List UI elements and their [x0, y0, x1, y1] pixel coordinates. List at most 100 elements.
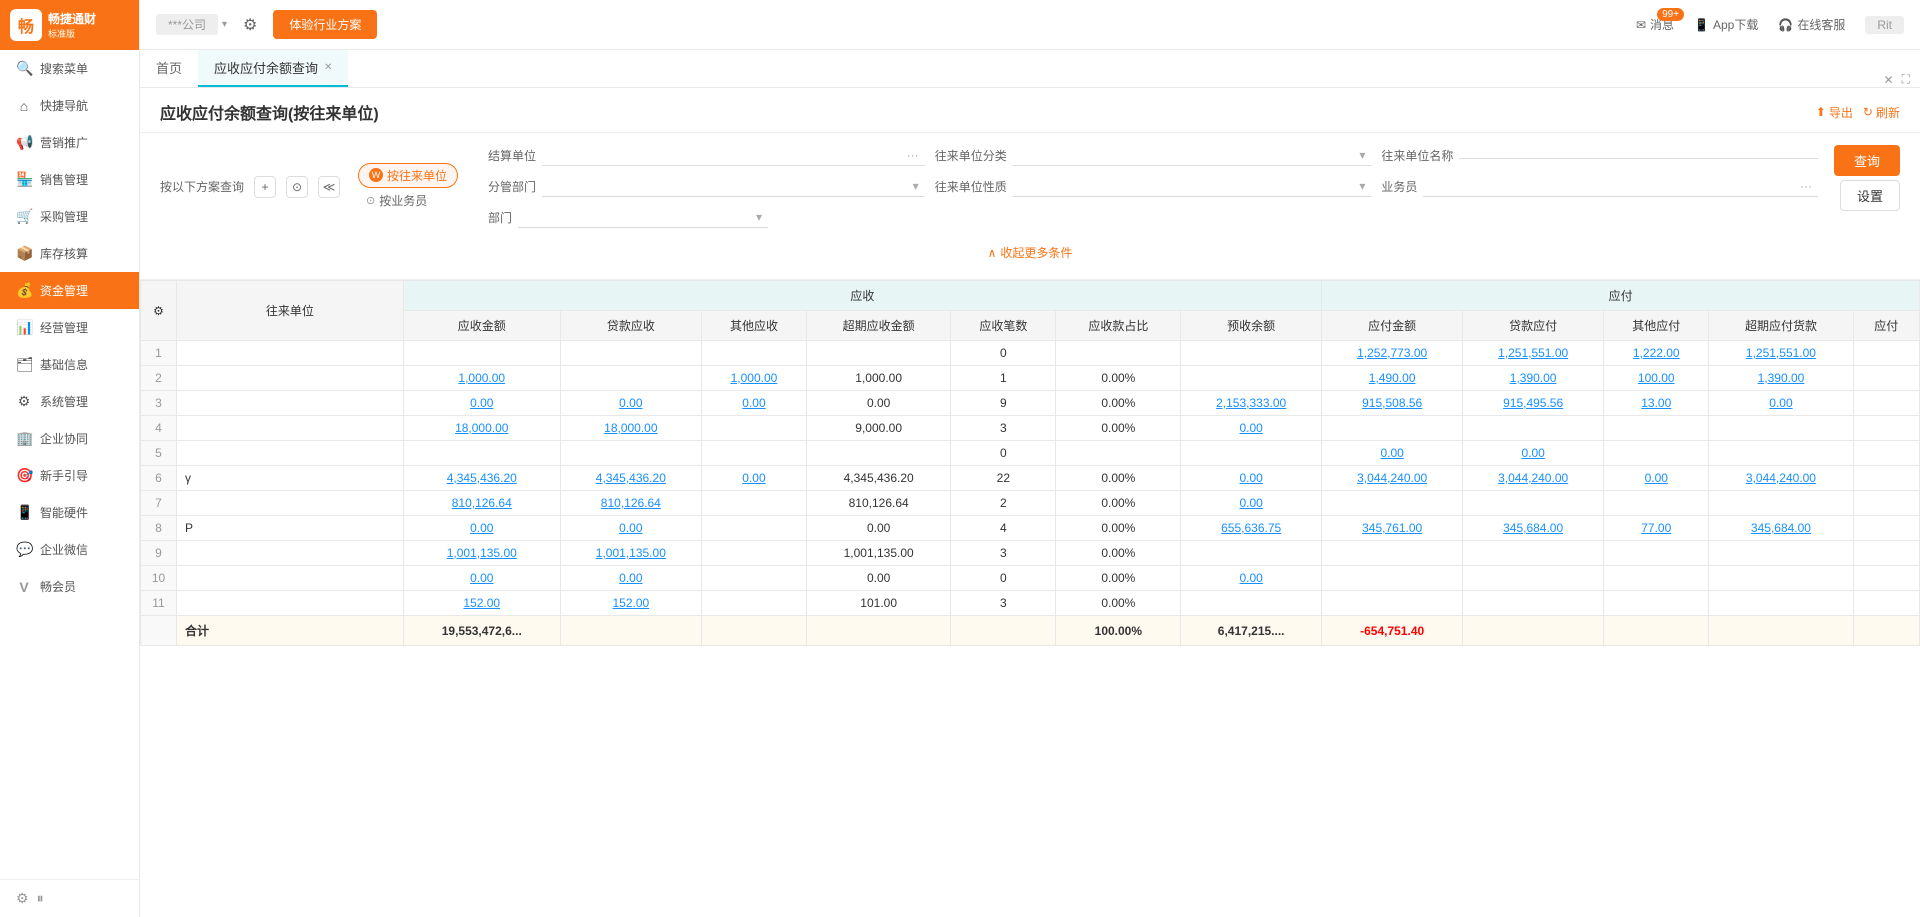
row-ap-loan[interactable] [1463, 416, 1604, 441]
footer-ar-prepay[interactable]: 6,417,215.... [1181, 616, 1322, 646]
row-ar-prepay[interactable] [1181, 341, 1322, 366]
row-ar-loan[interactable]: 810,126.64 [560, 491, 701, 516]
table-settings-icon[interactable]: ⚙ [153, 304, 164, 318]
online-service[interactable]: 🎧 在线客服 [1778, 16, 1845, 33]
row-ar-loan[interactable]: 4,345,436.20 [560, 466, 701, 491]
row-ap-amount[interactable]: 3,044,240.00 [1322, 466, 1463, 491]
tab-close-icon[interactable]: ✕ [324, 62, 332, 73]
row-ar-other[interactable] [701, 541, 806, 566]
promo-button[interactable]: 体验行业方案 [273, 10, 377, 39]
row-ap-loan[interactable] [1463, 541, 1604, 566]
row-ap-loan[interactable] [1463, 491, 1604, 516]
app-download[interactable]: 📱 App下载 [1694, 16, 1758, 33]
row-ar-prepay[interactable] [1181, 366, 1322, 391]
tab-query[interactable]: 应收应付余额查询 ✕ [198, 50, 348, 87]
row-ap-amount[interactable] [1322, 566, 1463, 591]
user-name[interactable]: Rit [1865, 16, 1904, 34]
row-ap-loan[interactable]: 1,251,551.00 [1463, 341, 1604, 366]
row-ap-loan[interactable]: 1,390.00 [1463, 366, 1604, 391]
filter-by-counterparty[interactable]: W 按往来单位 [358, 163, 458, 188]
row-ar-amount[interactable]: 0.00 [403, 566, 560, 591]
row-ar-other[interactable] [701, 341, 806, 366]
sidebar-item-hardware[interactable]: 📱 智能硬件 [0, 494, 139, 531]
filter-by-salesperson[interactable]: ⊙ 按业务员 [358, 190, 458, 211]
row-ar-other[interactable] [701, 416, 806, 441]
row-ar-loan[interactable]: 1,001,135.00 [560, 541, 701, 566]
setting-button[interactable]: 设置 [1840, 180, 1900, 211]
row-ap-overdue[interactable]: 1,390.00 [1709, 366, 1853, 391]
row-ar-amount[interactable] [403, 341, 560, 366]
row-ap-overdue[interactable] [1709, 566, 1853, 591]
sidebar-item-corp[interactable]: 🏢 企业协同 [0, 420, 139, 457]
message-badge[interactable]: ✉ 消息 99+ [1636, 16, 1674, 33]
row-ap-other[interactable]: 1,222.00 [1604, 341, 1709, 366]
sidebar-item-system[interactable]: ⚙ 系统管理 [0, 383, 139, 420]
row-ar-prepay[interactable]: 0.00 [1181, 491, 1322, 516]
row-ap-loan[interactable]: 345,684.00 [1463, 516, 1604, 541]
row-ap-overdue[interactable]: 0.00 [1709, 391, 1853, 416]
footer-ar-amount[interactable]: 19,553,472,6... [403, 616, 560, 646]
row-ap-other[interactable]: 0.00 [1604, 466, 1709, 491]
row-ar-loan[interactable]: 0.00 [560, 391, 701, 416]
row-ap-loan[interactable]: 3,044,240.00 [1463, 466, 1604, 491]
row-ap-other[interactable] [1604, 441, 1709, 466]
row-ap-amount[interactable]: 345,761.00 [1322, 516, 1463, 541]
row-ar-other[interactable] [701, 441, 806, 466]
row-ap-overdue[interactable]: 3,044,240.00 [1709, 466, 1853, 491]
dept-manage-input[interactable]: ▾ [542, 176, 925, 197]
filter-collapse-btn[interactable]: ≪ [318, 176, 340, 198]
row-ap-other[interactable] [1604, 416, 1709, 441]
row-ap-overdue[interactable] [1709, 491, 1853, 516]
row-ar-prepay[interactable]: 0.00 [1181, 416, 1322, 441]
settings-icon[interactable]: ⚙ [16, 890, 29, 907]
sidebar-item-guide[interactable]: 🎯 新手引导 [0, 457, 139, 494]
row-ar-other[interactable] [701, 491, 806, 516]
sidebar-item-shortcut[interactable]: ⌂ 快捷导航 [0, 87, 139, 124]
row-ar-prepay[interactable]: 0.00 [1181, 466, 1322, 491]
sidebar-item-finance[interactable]: 💰 资金管理 [0, 272, 139, 309]
settlement-input[interactable]: ··· [542, 145, 925, 166]
row-ap-amount[interactable]: 1,252,773.00 [1322, 341, 1463, 366]
filter-config-btn[interactable]: ⊙ [286, 176, 308, 198]
window-maximize-icon[interactable]: ⛶ [1902, 72, 1910, 87]
row-ar-other[interactable]: 0.00 [701, 466, 806, 491]
window-close-icon[interactable]: ✕ [1884, 73, 1894, 87]
row-ar-prepay[interactable]: 2,153,333.00 [1181, 391, 1322, 416]
row-ar-amount[interactable]: 4,345,436.20 [403, 466, 560, 491]
row-ar-amount[interactable]: 1,001,135.00 [403, 541, 560, 566]
table-settings-header[interactable]: ⚙ [141, 281, 177, 341]
row-ar-other[interactable] [701, 566, 806, 591]
sidebar-item-sales[interactable]: 🏪 销售管理 [0, 161, 139, 198]
row-ap-other[interactable] [1604, 541, 1709, 566]
sidebar-item-base[interactable]: 🗂 基础信息 [0, 346, 139, 383]
row-ar-other[interactable]: 1,000.00 [701, 366, 806, 391]
collapse-icon[interactable]: ⏸ [37, 890, 44, 907]
row-ar-prepay[interactable] [1181, 441, 1322, 466]
category-input[interactable]: ▾ [1013, 145, 1372, 166]
row-ar-amount[interactable]: 0.00 [403, 391, 560, 416]
row-ap-amount[interactable]: 915,508.56 [1322, 391, 1463, 416]
sidebar-item-operation[interactable]: 📊 经营管理 [0, 309, 139, 346]
row-ar-prepay[interactable]: 655,636.75 [1181, 516, 1322, 541]
row-ap-other[interactable] [1604, 566, 1709, 591]
query-button[interactable]: 查询 [1834, 145, 1900, 176]
name-input[interactable] [1459, 152, 1818, 159]
row-ap-overdue[interactable] [1709, 591, 1853, 616]
row-ap-amount[interactable]: 1,490.00 [1322, 366, 1463, 391]
row-ap-amount[interactable] [1322, 491, 1463, 516]
row-ap-other[interactable] [1604, 491, 1709, 516]
row-ap-overdue[interactable] [1709, 441, 1853, 466]
row-ar-loan[interactable]: 18,000.00 [560, 416, 701, 441]
row-ap-other[interactable]: 13.00 [1604, 391, 1709, 416]
row-ar-other[interactable]: 0.00 [701, 391, 806, 416]
breadcrumb-chevron[interactable]: ▾ [222, 19, 227, 30]
filter-add-btn[interactable]: + [254, 176, 276, 198]
row-ar-other[interactable] [701, 516, 806, 541]
dept-input[interactable]: ▾ [518, 207, 768, 228]
row-ar-prepay[interactable] [1181, 541, 1322, 566]
row-ap-other[interactable] [1604, 591, 1709, 616]
row-ar-loan[interactable] [560, 341, 701, 366]
sidebar-item-inventory[interactable]: 📦 库存核算 [0, 235, 139, 272]
refresh-button[interactable]: ↻ 刷新 [1863, 104, 1900, 121]
nature-input[interactable]: ▾ [1013, 176, 1372, 197]
